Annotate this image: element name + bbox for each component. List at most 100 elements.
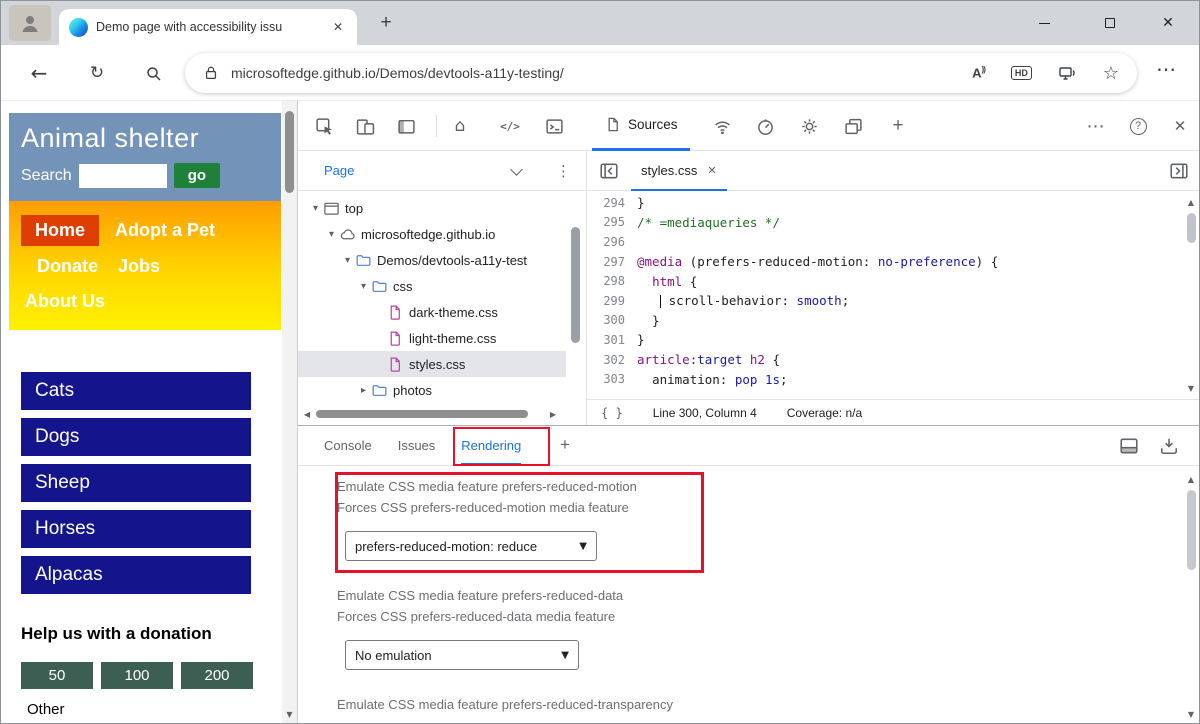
profile-avatar[interactable] xyxy=(9,5,51,41)
tree-horizontal-scrollbar[interactable]: ◀ ▶ xyxy=(298,407,586,421)
new-tab-button[interactable]: + xyxy=(373,10,399,36)
inspect-icon[interactable] xyxy=(312,114,336,138)
close-window-button[interactable]: ✕ xyxy=(1145,1,1191,45)
tree-expander-icon[interactable]: ▾ xyxy=(340,255,355,266)
browser-tab[interactable]: Demo page with accessibility issu ✕ xyxy=(59,9,357,45)
donation-button-200[interactable]: 200 xyxy=(181,662,253,689)
code-area[interactable]: 294} 295 /* =mediaqueries */ 296 297 @media (… xyxy=(587,191,1199,399)
nav-link-jobs[interactable]: Jobs xyxy=(114,252,164,281)
donation-button-100[interactable]: 100 xyxy=(101,662,173,689)
section-dropdown-1[interactable]: prefers-reduced-motion: reduce ▼ xyxy=(345,531,597,561)
device-emulation-icon[interactable] xyxy=(353,114,377,138)
chevron-down-icon[interactable] xyxy=(510,163,523,176)
section-dropdown-2[interactable]: No emulation ▼ xyxy=(345,640,579,670)
dock-drawer-icon[interactable] xyxy=(1119,436,1139,456)
toggle-sidebar-icon[interactable] xyxy=(1169,161,1189,181)
editor-scroll-down-icon[interactable]: ▼ xyxy=(1184,381,1198,395)
site-lock-icon[interactable] xyxy=(203,65,219,81)
welcome-tab-icon[interactable]: ⌂ xyxy=(448,114,472,138)
editor-scroll-up-icon[interactable]: ▲ xyxy=(1184,195,1198,209)
page-scrollbar[interactable]: ▼ xyxy=(282,101,297,723)
drawer-tab-rendering[interactable]: Rendering xyxy=(461,426,522,466)
tree-scroll-right-icon[interactable]: ▶ xyxy=(546,407,560,421)
editor-scrollbar-thumb[interactable] xyxy=(1186,213,1196,243)
panel-layout-icon[interactable] xyxy=(394,114,418,138)
tree-expander-icon[interactable]: ▾ xyxy=(308,203,323,214)
editor-tab-close-icon[interactable]: ✕ xyxy=(707,164,716,177)
drawer-scroll-up-icon[interactable]: ▲ xyxy=(1184,472,1198,486)
tab-close-icon[interactable]: ✕ xyxy=(329,18,347,36)
tree-item-microsoftedge-github-io[interactable]: ▾ microsoftedge.github.io xyxy=(298,221,566,247)
console-tab-icon[interactable] xyxy=(542,114,566,138)
nav-link-adopt-a-pet[interactable]: Adopt a Pet xyxy=(111,216,219,245)
donation-button-50[interactable]: 50 xyxy=(21,662,93,689)
maximize-button[interactable] xyxy=(1087,1,1133,45)
code-token: @media xyxy=(637,254,683,270)
network-tab-icon[interactable] xyxy=(710,114,734,138)
devtools-toolbar: ⌂ </> Sources + ⋯ ? ✕ xyxy=(298,101,1199,151)
code-token: } xyxy=(637,312,660,328)
tree-item-demos-devtools-a11y-test[interactable]: ▾ Demos/devtools-a11y-test xyxy=(298,247,566,273)
more-tabs-button[interactable]: + xyxy=(886,114,910,138)
url-text[interactable]: microsoftedge.github.io/Demos/devtools-a… xyxy=(231,65,960,81)
back-button[interactable]: ← xyxy=(23,57,55,89)
category-button-dogs[interactable]: Dogs xyxy=(21,418,251,456)
drawer-tab-issues[interactable]: Issues xyxy=(398,426,436,466)
editor-tab-styles-css[interactable]: styles.css ✕ xyxy=(631,151,727,191)
tree-expander-icon[interactable]: ▾ xyxy=(324,229,339,240)
editor-scrollbar[interactable]: ▲ ▼ xyxy=(1184,195,1198,395)
tab-sources[interactable]: Sources xyxy=(592,101,690,151)
devtools-menu-icon[interactable]: ⋯ xyxy=(1084,114,1108,138)
url-bar[interactable]: microsoftedge.github.io/Demos/devtools-a… xyxy=(185,53,1137,93)
expand-drawer-icon[interactable] xyxy=(1159,436,1179,456)
drawer-scroll-down-icon[interactable]: ▼ xyxy=(1184,707,1198,721)
media-controls-icon[interactable] xyxy=(1058,64,1077,82)
settings-menu-button[interactable]: ⋯ xyxy=(1156,57,1177,82)
search-input[interactable] xyxy=(78,163,167,188)
elements-tab-icon[interactable]: </> xyxy=(498,114,522,138)
tree-expander-icon[interactable]: ▾ xyxy=(356,281,371,292)
read-aloud-icon[interactable]: A)) xyxy=(972,65,986,80)
navigator-tab-page[interactable]: Page xyxy=(324,151,354,191)
nav-link-home[interactable]: Home xyxy=(21,215,100,246)
page-scrollbar-thumb[interactable] xyxy=(285,111,294,193)
line-number: 303 xyxy=(603,372,625,387)
nav-link-donate[interactable]: Donate xyxy=(33,252,102,281)
tree-scroll-left-icon[interactable]: ◀ xyxy=(300,407,314,421)
code-text: article:target h2 { xyxy=(637,352,780,367)
pretty-print-icon[interactable]: { } xyxy=(601,406,623,420)
tree-item-dark-theme-css[interactable]: dark-theme.css xyxy=(298,299,566,325)
refresh-button[interactable]: ↻ xyxy=(81,57,113,89)
navigator-overflow-icon[interactable]: ⋮ xyxy=(556,151,571,191)
tree-item-top[interactable]: ▾ top xyxy=(298,195,566,221)
tree-item-styles-css[interactable]: styles.css xyxy=(298,351,566,377)
minimize-button[interactable] xyxy=(1021,1,1067,45)
tree-scrollbar[interactable] xyxy=(569,195,582,407)
drawer-scrollbar-thumb[interactable] xyxy=(1186,490,1196,570)
tree-horizontal-thumb[interactable] xyxy=(316,410,528,418)
search-button[interactable] xyxy=(137,57,169,89)
category-button-cats[interactable]: Cats xyxy=(21,372,251,410)
favorites-star-icon[interactable]: ☆ xyxy=(1103,63,1119,84)
category-button-alpacas[interactable]: Alpacas xyxy=(21,556,251,594)
application-tab-icon[interactable] xyxy=(841,114,865,138)
category-button-horses[interactable]: Horses xyxy=(21,510,251,548)
category-button-sheep[interactable]: Sheep xyxy=(21,464,251,502)
drawer-tab-console[interactable]: Console xyxy=(324,426,372,466)
page-scroll-down-icon[interactable]: ▼ xyxy=(282,707,297,722)
drawer-scrollbar[interactable]: ▲ ▼ xyxy=(1184,472,1198,721)
nav-link-about-us[interactable]: About Us xyxy=(21,287,109,316)
settings-gear-icon[interactable] xyxy=(797,114,821,138)
hd-icon[interactable]: HD xyxy=(1010,66,1032,80)
tree-item-photos[interactable]: ▸ photos xyxy=(298,377,566,403)
help-icon[interactable]: ? xyxy=(1126,114,1150,138)
toggle-navigator-icon[interactable] xyxy=(599,161,619,181)
performance-tab-icon[interactable] xyxy=(753,114,777,138)
go-button[interactable]: go xyxy=(173,163,221,188)
tree-expander-icon[interactable]: ▸ xyxy=(356,385,371,396)
devtools-close-icon[interactable]: ✕ xyxy=(1168,114,1192,138)
tree-item-light-theme-css[interactable]: light-theme.css xyxy=(298,325,566,351)
tree-scrollbar-thumb[interactable] xyxy=(571,227,580,343)
drawer-more-tools-button[interactable]: + xyxy=(560,426,570,466)
tree-item-css[interactable]: ▾ css xyxy=(298,273,566,299)
